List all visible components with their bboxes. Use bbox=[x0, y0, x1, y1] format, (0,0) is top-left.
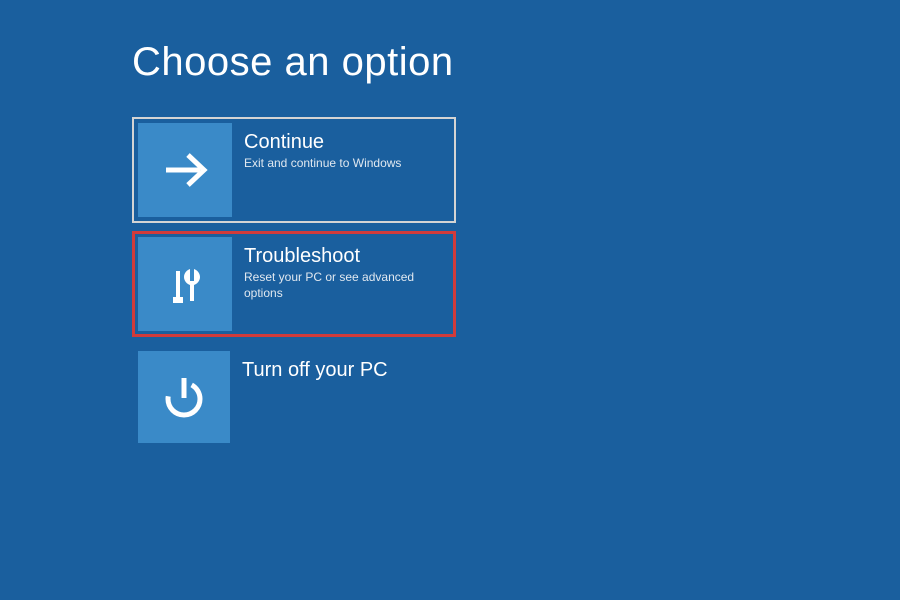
page-title: Choose an option bbox=[132, 40, 900, 85]
arrow-right-icon bbox=[138, 123, 232, 217]
option-troubleshoot-text: Troubleshoot Reset your PC or see advanc… bbox=[232, 237, 450, 331]
option-title: Continue bbox=[244, 131, 401, 154]
option-turn-off[interactable]: Turn off your PC bbox=[132, 345, 456, 451]
option-continue[interactable]: Continue Exit and continue to Windows bbox=[132, 117, 456, 223]
recovery-options-screen: Choose an option Continue Exit and conti… bbox=[0, 0, 900, 451]
tools-icon bbox=[138, 237, 232, 331]
power-icon bbox=[138, 351, 230, 443]
option-continue-text: Continue Exit and continue to Windows bbox=[232, 123, 413, 217]
option-troubleshoot[interactable]: Troubleshoot Reset your PC or see advanc… bbox=[132, 231, 456, 337]
option-subtitle: Exit and continue to Windows bbox=[244, 156, 401, 172]
option-title: Troubleshoot bbox=[244, 245, 438, 268]
option-subtitle: Reset your PC or see advanced options bbox=[244, 270, 438, 301]
option-turn-off-text: Turn off your PC bbox=[230, 351, 400, 445]
option-title: Turn off your PC bbox=[242, 359, 388, 382]
